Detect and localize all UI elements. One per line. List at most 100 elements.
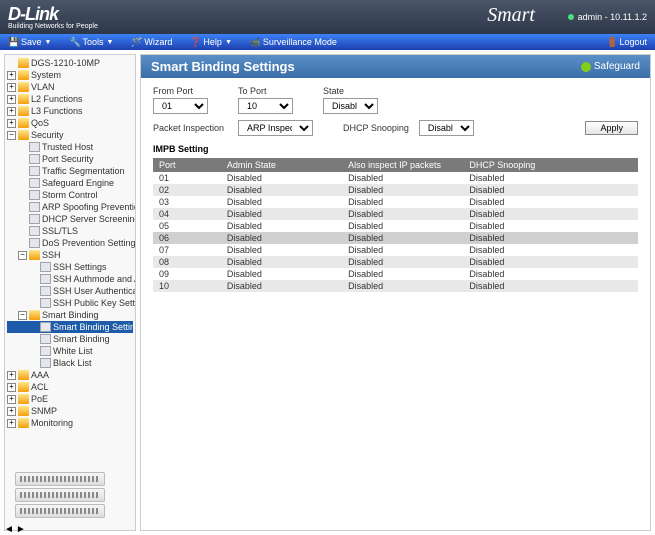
from-port-select[interactable]: 01 [153,98,208,114]
scroll-left-icon[interactable]: ◄ [4,524,14,535]
help-menu[interactable]: ❓ Help ▼ [190,37,231,47]
folder-icon [18,382,29,392]
tree-black-list[interactable]: Black List [7,357,133,369]
packet-inspection-select[interactable]: ARP Inspection [238,120,313,136]
tree-white-list[interactable]: White List [7,345,133,357]
page-icon [29,142,40,152]
to-port-label: To Port [238,86,293,96]
folder-icon [29,310,40,320]
table-row[interactable]: 04DisabledDisabledDisabled [153,208,638,220]
table-cell: Disabled [221,232,342,244]
folder-icon [29,250,40,260]
table-row[interactable]: 06DisabledDisabledDisabled [153,232,638,244]
tree-acl[interactable]: +ACL [7,381,133,393]
table-cell: Disabled [221,244,342,256]
tree-ssh-pubkey[interactable]: SSH Public Key Settings [7,297,133,309]
expand-icon[interactable]: + [7,95,16,104]
nav-sidebar: DGS-1210-10MP +System +VLAN +L2 Function… [4,54,136,531]
table-cell: Disabled [342,268,463,280]
table-cell: Disabled [463,268,638,280]
tree-l2[interactable]: +L2 Functions [7,93,133,105]
expand-icon[interactable]: + [7,119,16,128]
tree-port-security[interactable]: Port Security [7,153,133,165]
table-cell: Disabled [342,196,463,208]
expand-icon[interactable]: + [7,71,16,80]
tree-security[interactable]: −Security [7,129,133,141]
impb-table: Port Admin State Also inspect IP packets… [153,158,638,292]
tree-qos[interactable]: +QoS [7,117,133,129]
expand-icon[interactable]: + [7,395,16,404]
table-row[interactable]: 02DisabledDisabledDisabled [153,184,638,196]
table-row[interactable]: 03DisabledDisabledDisabled [153,196,638,208]
tree-monitoring[interactable]: +Monitoring [7,417,133,429]
folder-icon [18,118,29,128]
table-cell: 07 [153,244,221,256]
tree-poe[interactable]: +PoE [7,393,133,405]
scroll-right-icon[interactable]: ► [16,524,26,535]
tree-storm-control[interactable]: Storm Control [7,189,133,201]
device-image [15,472,115,522]
expand-icon[interactable]: + [7,407,16,416]
table-cell: 09 [153,268,221,280]
tree-dos-prevention[interactable]: DoS Prevention Settings [7,237,133,249]
wizard-icon: 🪄 [131,37,141,47]
tools-menu[interactable]: 🔧 Tools ▼ [69,37,113,47]
page-icon [40,358,51,368]
state-select[interactable]: Disabled [323,98,378,114]
table-cell: Disabled [221,268,342,280]
tree-safeguard-engine[interactable]: Safeguard Engine [7,177,133,189]
expand-icon[interactable]: + [7,371,16,380]
status-dot-icon [568,14,574,20]
tree-system[interactable]: +System [7,69,133,81]
table-cell: Disabled [463,208,638,220]
tree-dhcp-screening[interactable]: DHCP Server Screening [7,213,133,225]
table-row[interactable]: 10DisabledDisabledDisabled [153,280,638,292]
tree-ssh[interactable]: −SSH [7,249,133,261]
tree-ssh-settings[interactable]: SSH Settings [7,261,133,273]
collapse-icon[interactable]: − [18,251,27,260]
folder-icon [18,394,29,404]
table-row[interactable]: 05DisabledDisabledDisabled [153,220,638,232]
to-port-select[interactable]: 10 [238,98,293,114]
table-cell: 02 [153,184,221,196]
table-row[interactable]: 08DisabledDisabledDisabled [153,256,638,268]
expand-icon[interactable]: + [7,419,16,428]
collapse-icon[interactable]: − [18,311,27,320]
tree-vlan[interactable]: +VLAN [7,81,133,93]
tree-l3[interactable]: +L3 Functions [7,105,133,117]
table-cell: Disabled [463,184,638,196]
col-admin-state: Admin State [221,158,342,172]
tree-smart-binding[interactable]: −Smart Binding [7,309,133,321]
surveillance-button[interactable]: 📹 Surveillance Mode [250,37,337,47]
logout-button[interactable]: 🚪 Logout [606,37,647,47]
save-menu[interactable]: 💾 Save ▼ [8,37,51,47]
tree-snmp[interactable]: +SNMP [7,405,133,417]
collapse-icon[interactable]: − [7,131,16,140]
table-cell: Disabled [221,280,342,292]
tree-ssh-user-auth[interactable]: SSH User Authentication Lists [7,285,133,297]
tree-smart-binding-settings[interactable]: Smart Binding Settings [7,321,133,333]
tree-aaa[interactable]: +AAA [7,369,133,381]
tree-traffic-seg[interactable]: Traffic Segmentation [7,165,133,177]
tree-arp-spoofing[interactable]: ARP Spoofing Prevention [7,201,133,213]
tree-root[interactable]: DGS-1210-10MP [7,57,133,69]
tree-ssh-authmode[interactable]: SSH Authmode and Algorithm [7,273,133,285]
tree-trusted-host[interactable]: Trusted Host [7,141,133,153]
chevron-down-icon: ▼ [106,39,113,46]
table-cell: Disabled [463,196,638,208]
table-row[interactable]: 09DisabledDisabledDisabled [153,268,638,280]
table-cell: 10 [153,280,221,292]
surveillance-icon: 📹 [250,37,260,47]
expand-icon[interactable]: + [7,107,16,116]
table-row[interactable]: 01DisabledDisabledDisabled [153,172,638,184]
expand-icon[interactable]: + [7,83,16,92]
dhcp-snooping-select[interactable]: Disabled [419,120,474,136]
help-icon: ❓ [190,37,200,47]
tree-ssl-tls[interactable]: SSL/TLS [7,225,133,237]
table-cell: Disabled [221,256,342,268]
expand-icon[interactable]: + [7,383,16,392]
wizard-button[interactable]: 🪄 Wizard [131,37,172,47]
table-row[interactable]: 07DisabledDisabledDisabled [153,244,638,256]
apply-button[interactable]: Apply [585,121,638,135]
tree-smart-binding-sub[interactable]: Smart Binding [7,333,133,345]
